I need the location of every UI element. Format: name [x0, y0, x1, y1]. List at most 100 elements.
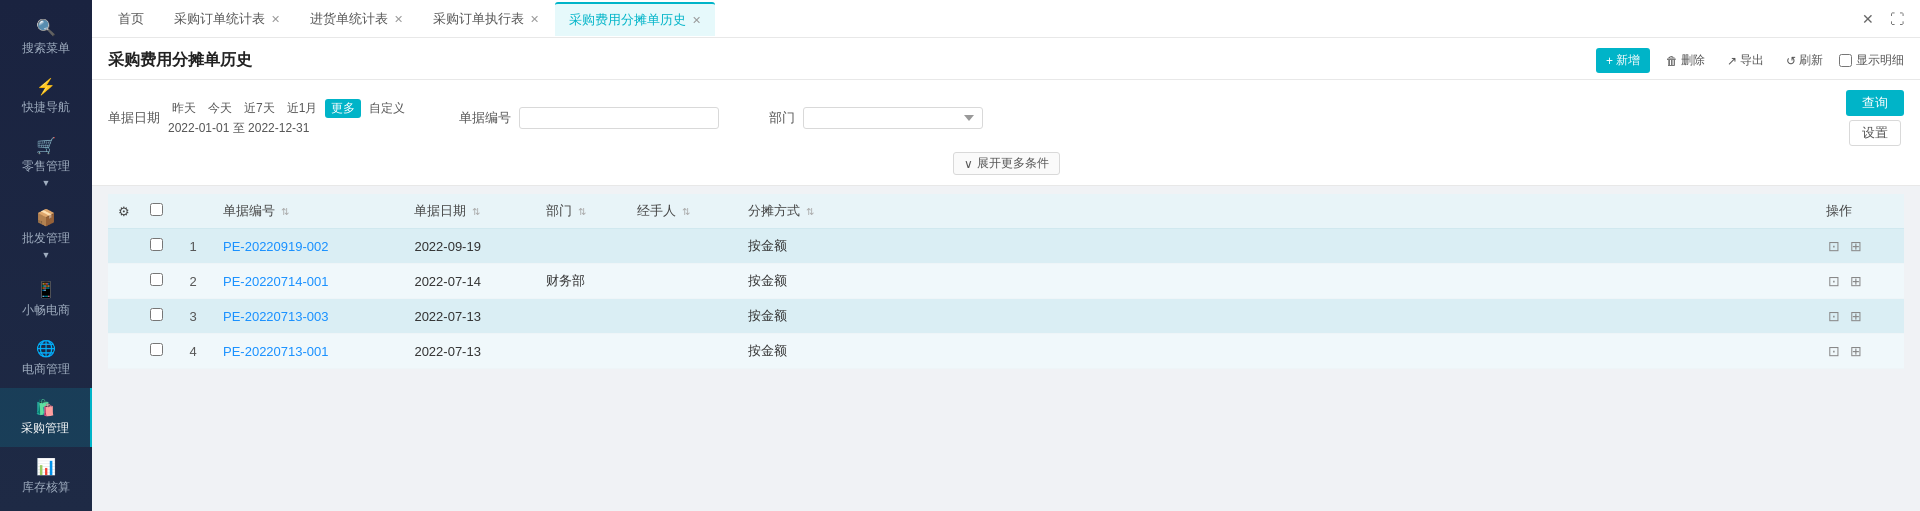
expand-more-button[interactable]: ∨ 展开更多条件 — [953, 152, 1060, 175]
row-dept — [536, 299, 627, 334]
show-cols-toggle[interactable]: 显示明细 — [1839, 52, 1904, 69]
refresh-button[interactable]: ↺ 刷新 — [1780, 49, 1829, 72]
search-button[interactable]: 查询 — [1846, 90, 1904, 116]
edit-icon[interactable]: ⊞ — [1848, 236, 1864, 256]
row-settings — [108, 299, 140, 334]
row-select-checkbox[interactable] — [150, 273, 163, 286]
col-actions: 操作 — [1816, 194, 1904, 229]
expand-more-label: 展开更多条件 — [977, 155, 1049, 172]
col-split-method-label: 分摊方式 — [748, 203, 800, 218]
close-all-icon[interactable]: ✕ — [1858, 9, 1878, 29]
date-range: 2022-01-01 至 2022-12-31 — [168, 120, 409, 137]
sidebar-item-ecommerce[interactable]: 🌐 电商管理 — [0, 329, 92, 388]
col-doc-date-label: 单据日期 — [414, 203, 466, 218]
row-checkbox[interactable] — [140, 299, 173, 334]
row-select-checkbox[interactable] — [150, 343, 163, 356]
date-shortcut-7days[interactable]: 近7天 — [240, 99, 279, 118]
delete-icon: 🗑 — [1666, 54, 1678, 68]
row-checkbox[interactable] — [140, 264, 173, 299]
show-cols-checkbox[interactable] — [1839, 54, 1852, 67]
row-dept — [536, 334, 627, 369]
row-actions: ⊡ ⊞ — [1816, 299, 1904, 334]
close-icon[interactable]: ✕ — [394, 2, 403, 36]
sidebar-item-search[interactable]: 🔍 搜索菜单 — [0, 8, 92, 67]
row-settings — [108, 334, 140, 369]
view-icon[interactable]: ⊡ — [1826, 271, 1842, 291]
row-split-method: 按金额 — [738, 264, 1816, 299]
delete-label: 删除 — [1681, 52, 1705, 69]
close-icon[interactable]: ✕ — [271, 2, 280, 36]
date-shortcut-yesterday[interactable]: 昨天 — [168, 99, 200, 118]
view-icon[interactable]: ⊡ — [1826, 341, 1842, 361]
chevron-down-icon: ▼ — [42, 250, 51, 260]
row-actions: ⊡ ⊞ — [1816, 229, 1904, 264]
tab-home[interactable]: 首页 — [104, 2, 158, 36]
row-handler — [627, 264, 738, 299]
row-doc-date: 2022-07-13 — [404, 334, 536, 369]
filter-row: 单据日期 昨天 今天 近7天 近1月 更多 自定义 2022-01-01 至 2… — [108, 90, 1904, 146]
expand-more: ∨ 展开更多条件 — [108, 152, 1904, 175]
date-shortcut-1month[interactable]: 近1月 — [283, 99, 322, 118]
row-handler — [627, 334, 738, 369]
sidebar-item-purchase[interactable]: 🛍️ 采购管理 — [0, 388, 92, 447]
tab-purchase-order-stats[interactable]: 采购订单统计表 ✕ — [160, 2, 294, 36]
chevron-down-icon: ∨ — [964, 157, 973, 171]
close-icon[interactable]: ✕ — [692, 3, 701, 37]
doc-no-link[interactable]: PE-20220713-003 — [223, 309, 329, 324]
col-checkbox — [140, 194, 173, 229]
col-dept-label: 部门 — [546, 203, 572, 218]
sort-icon[interactable]: ⇅ — [281, 206, 289, 217]
row-actions: ⊡ ⊞ — [1816, 334, 1904, 369]
sidebar-item-shortcut[interactable]: ⚡ 快捷导航 — [0, 67, 92, 126]
edit-icon[interactable]: ⊞ — [1848, 271, 1864, 291]
row-dept — [536, 229, 627, 264]
sidebar-item-finance[interactable]: 💰 资金管理 — [0, 506, 92, 511]
sort-icon[interactable]: ⇅ — [682, 206, 690, 217]
main-content: 首页 采购订单统计表 ✕ 进货单统计表 ✕ 采购订单执行表 ✕ 采购费用分摊单历… — [92, 0, 1920, 511]
doc-no-link[interactable]: PE-20220713-001 — [223, 344, 329, 359]
sidebar-item-retail[interactable]: 🛒 零售管理 ▼ — [0, 126, 92, 198]
col-settings[interactable]: ⚙ — [108, 194, 140, 229]
toolbar: + 新增 🗑 删除 ↗ 导出 ↺ 刷新 显示明细 — [1596, 48, 1904, 73]
purchase-icon: 🛍️ — [35, 398, 55, 417]
row-checkbox[interactable] — [140, 229, 173, 264]
edit-icon[interactable]: ⊞ — [1848, 306, 1864, 326]
date-shortcut-today[interactable]: 今天 — [204, 99, 236, 118]
row-doc-date: 2022-09-19 — [404, 229, 536, 264]
table-row: 4 PE-20220713-001 2022-07-13 按金额 ⊡ ⊞ — [108, 334, 1904, 369]
sort-icon[interactable]: ⇅ — [472, 206, 480, 217]
doc-no-input[interactable] — [519, 107, 719, 129]
refresh-label: 刷新 — [1799, 52, 1823, 69]
select-all-checkbox[interactable] — [150, 203, 163, 216]
sort-icon[interactable]: ⇅ — [806, 206, 814, 217]
edit-icon[interactable]: ⊞ — [1848, 341, 1864, 361]
tab-purchase-goods-stats[interactable]: 进货单统计表 ✕ — [296, 2, 417, 36]
row-select-checkbox[interactable] — [150, 308, 163, 321]
sidebar-item-label: 电商管理 — [22, 361, 70, 378]
expand-icon[interactable]: ⛶ — [1886, 9, 1908, 29]
date-shortcut-custom[interactable]: 自定义 — [365, 99, 409, 118]
sidebar-item-label: 小畅电商 — [22, 302, 70, 319]
date-shortcut-more[interactable]: 更多 — [325, 99, 361, 118]
doc-no-link[interactable]: PE-20220714-001 — [223, 274, 329, 289]
add-label: 新增 — [1616, 52, 1640, 69]
close-icon[interactable]: ✕ — [530, 2, 539, 36]
view-icon[interactable]: ⊡ — [1826, 236, 1842, 256]
row-dept: 财务部 — [536, 264, 627, 299]
add-button[interactable]: + 新增 — [1596, 48, 1650, 73]
tab-purchase-cost-history[interactable]: 采购费用分摊单历史 ✕ — [555, 2, 715, 36]
sort-icon[interactable]: ⇅ — [578, 206, 586, 217]
row-checkbox[interactable] — [140, 334, 173, 369]
delete-button[interactable]: 🗑 删除 — [1660, 49, 1711, 72]
sidebar-item-wholesale[interactable]: 📦 批发管理 ▼ — [0, 198, 92, 270]
sidebar-item-mini[interactable]: 📱 小畅电商 — [0, 270, 92, 329]
row-split-method: 按金额 — [738, 299, 1816, 334]
row-select-checkbox[interactable] — [150, 238, 163, 251]
view-icon[interactable]: ⊡ — [1826, 306, 1842, 326]
sidebar-item-inventory[interactable]: 📊 库存核算 — [0, 447, 92, 506]
filter-settings-button[interactable]: 设置 — [1849, 120, 1901, 146]
dept-select[interactable] — [803, 107, 983, 129]
export-button[interactable]: ↗ 导出 — [1721, 49, 1770, 72]
tab-purchase-order-exec[interactable]: 采购订单执行表 ✕ — [419, 2, 553, 36]
doc-no-link[interactable]: PE-20220919-002 — [223, 239, 329, 254]
